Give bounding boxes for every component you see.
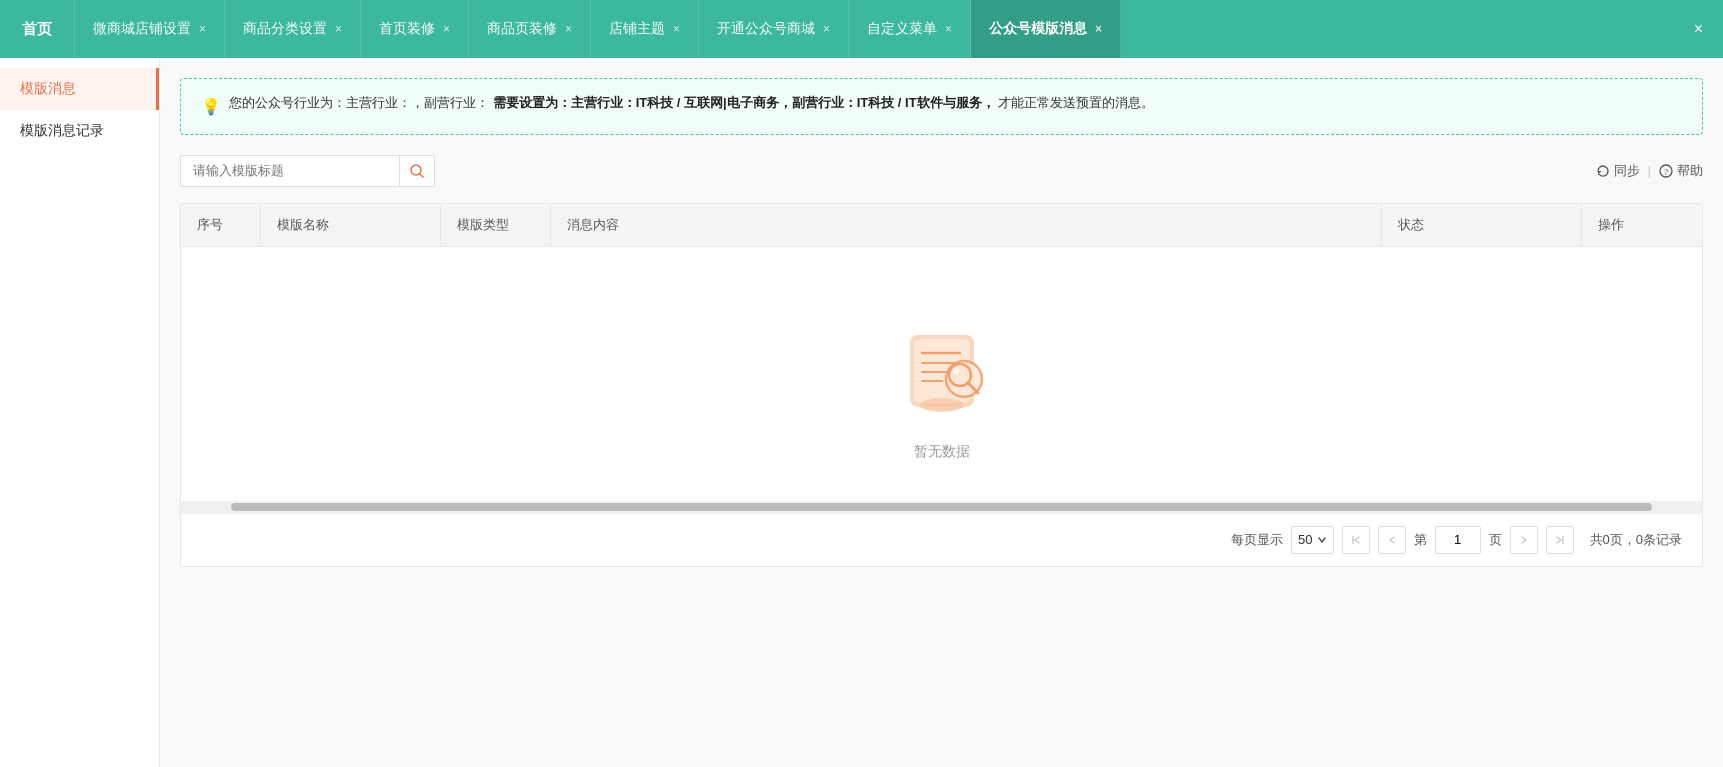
search-button[interactable]	[400, 155, 435, 187]
svg-point-15	[953, 368, 959, 374]
tab-template-close[interactable]: ×	[1095, 22, 1102, 36]
tab-menu-close[interactable]: ×	[945, 22, 952, 36]
tab-productpage[interactable]: 商品页装修 ×	[469, 0, 591, 58]
pagination: 每页显示 50 第	[181, 513, 1702, 566]
tab-mall-label: 开通公众号商城	[717, 20, 815, 38]
sync-button[interactable]: 同步	[1596, 162, 1640, 180]
content-area: 💡 您的公众号行业为：主营行业：，副营行业： 需要设置为：主营行业：IT科技 /…	[160, 58, 1723, 767]
help-icon: ?	[1659, 164, 1673, 178]
nav-home[interactable]: 首页	[0, 0, 75, 58]
sidebar-item-template-msg[interactable]: 模版消息	[0, 68, 159, 110]
tab-category[interactable]: 商品分类设置 ×	[225, 0, 361, 58]
chevron-down-icon	[1317, 535, 1327, 545]
sync-label: 同步	[1614, 162, 1640, 180]
tab-theme[interactable]: 店铺主题 ×	[591, 0, 699, 58]
notice-prefix: 您的公众号行业为：主营行业：，副营行业：	[229, 95, 489, 110]
tab-weshop-close[interactable]: ×	[199, 22, 206, 36]
page-number-input[interactable]	[1435, 526, 1481, 554]
page-first-button[interactable]	[1342, 526, 1370, 554]
col-name: 模版名称	[261, 204, 441, 246]
tab-template[interactable]: 公众号模版消息 ×	[971, 0, 1121, 58]
tab-menu-label: 自定义菜单	[867, 20, 937, 38]
notice-icon: 💡	[201, 94, 221, 120]
tab-template-label: 公众号模版消息	[989, 20, 1087, 38]
tab-menu[interactable]: 自定义菜单 ×	[849, 0, 971, 58]
col-status: 状态	[1382, 204, 1582, 246]
tab-theme-label: 店铺主题	[609, 20, 665, 38]
global-close-button[interactable]: ×	[1674, 0, 1723, 58]
tab-theme-close[interactable]: ×	[673, 22, 680, 36]
scroll-thumb[interactable]	[231, 503, 1652, 511]
page-label-before: 第	[1414, 531, 1427, 549]
sync-icon	[1596, 164, 1610, 178]
help-label: 帮助	[1677, 162, 1703, 180]
sidebar: 模版消息 模版消息记录	[0, 58, 160, 767]
tab-homepage-label: 首页装修	[379, 20, 435, 38]
search-right: 同步 | ? 帮助	[1596, 162, 1703, 180]
col-content: 消息内容	[551, 204, 1382, 246]
table-header: 序号 模版名称 模版类型 消息内容 状态 操作	[181, 204, 1702, 247]
tab-mall-close[interactable]: ×	[823, 22, 830, 36]
sidebar-item-template-log-label: 模版消息记录	[20, 122, 104, 138]
data-table: 序号 模版名称 模版类型 消息内容 状态 操作	[180, 203, 1703, 567]
main-layout: 模版消息 模版消息记录 💡 您的公众号行业为：主营行业：，副营行业： 需要设置为…	[0, 58, 1723, 767]
tab-productpage-label: 商品页装修	[487, 20, 557, 38]
page-prev-icon	[1387, 535, 1397, 545]
empty-state: 暂无数据	[181, 247, 1702, 501]
sidebar-item-template-msg-label: 模版消息	[20, 80, 76, 96]
page-size-value: 50	[1298, 532, 1312, 547]
page-last-icon	[1555, 535, 1565, 545]
global-close-icon: ×	[1694, 20, 1703, 38]
tab-category-label: 商品分类设置	[243, 20, 327, 38]
notice-suffix: 才能正常发送预置的消息。	[998, 95, 1154, 110]
tab-mall[interactable]: 开通公众号商城 ×	[699, 0, 849, 58]
page-label-after: 页	[1489, 531, 1502, 549]
top-nav: 首页 微商城店铺设置 × 商品分类设置 × 首页装修 × 商品页装修 × 店铺主…	[0, 0, 1723, 58]
notice-text: 您的公众号行业为：主营行业：，副营行业： 需要设置为：主营行业：IT科技 / 互…	[229, 93, 1682, 114]
col-index: 序号	[181, 204, 261, 246]
svg-point-11	[920, 398, 964, 412]
page-size-select[interactable]: 50	[1291, 526, 1333, 554]
search-icon	[410, 164, 424, 178]
help-button[interactable]: ? 帮助	[1659, 162, 1703, 180]
col-type: 模版类型	[441, 204, 551, 246]
svg-text:?: ?	[1664, 167, 1668, 177]
horizontal-scrollbar[interactable]	[181, 501, 1702, 513]
page-next-button[interactable]	[1510, 526, 1538, 554]
col-action: 操作	[1582, 204, 1702, 246]
notice-highlight: 需要设置为：主营行业：IT科技 / 互联网|电子商务，副营行业：IT科技 / I…	[493, 95, 995, 110]
page-last-button[interactable]	[1546, 526, 1574, 554]
page-prev-button[interactable]	[1378, 526, 1406, 554]
search-input[interactable]	[180, 155, 400, 187]
empty-state-icon	[882, 307, 1002, 427]
search-left	[180, 155, 435, 187]
page-total-info: 共0页，0条记录	[1590, 531, 1682, 549]
page-first-icon	[1351, 535, 1361, 545]
nav-home-label: 首页	[22, 20, 52, 39]
tab-homepage[interactable]: 首页装修 ×	[361, 0, 469, 58]
tab-productpage-close[interactable]: ×	[565, 22, 572, 36]
tab-category-close[interactable]: ×	[335, 22, 342, 36]
empty-text: 暂无数据	[914, 443, 970, 461]
toolbar-divider: |	[1648, 163, 1651, 178]
tab-homepage-close[interactable]: ×	[443, 22, 450, 36]
sidebar-item-template-log[interactable]: 模版消息记录	[0, 110, 159, 152]
svg-line-1	[420, 174, 423, 177]
notice-box: 💡 您的公众号行业为：主营行业：，副营行业： 需要设置为：主营行业：IT科技 /…	[180, 78, 1703, 135]
page-next-icon	[1519, 535, 1529, 545]
search-bar: 同步 | ? 帮助	[180, 155, 1703, 187]
tab-weshop-label: 微商城店铺设置	[93, 20, 191, 38]
tab-weshop[interactable]: 微商城店铺设置 ×	[75, 0, 225, 58]
page-size-label: 每页显示	[1231, 531, 1283, 549]
